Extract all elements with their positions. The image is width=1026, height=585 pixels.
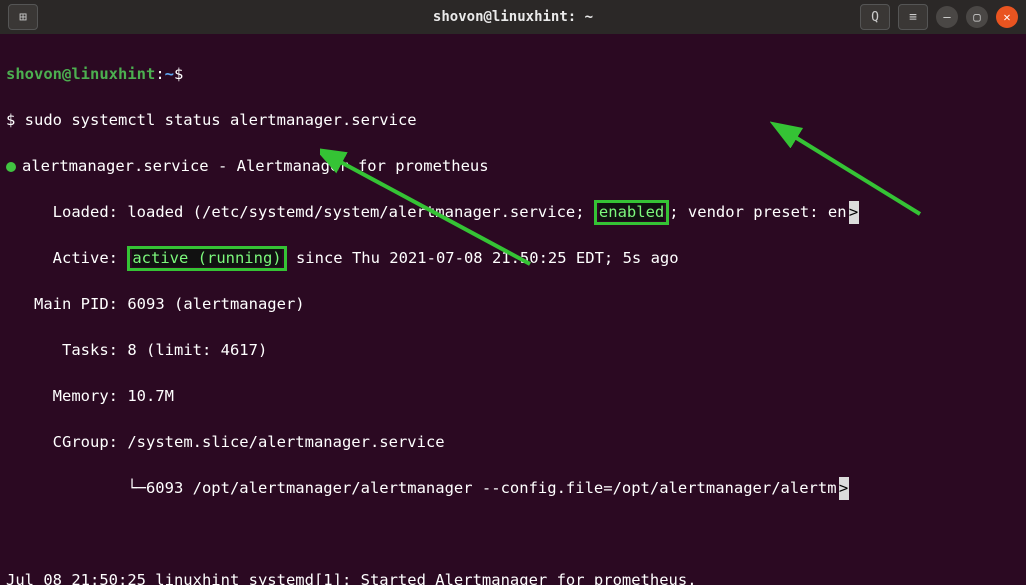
mainpid-line: Main PID: 6093 (alertmanager) (6, 293, 1020, 316)
prompt-line: shovon@linuxhint:~$ (6, 63, 1020, 86)
overflow-indicator-icon: > (849, 201, 859, 224)
minimize-button[interactable]: – (936, 6, 958, 28)
prompt-path: ~ (165, 65, 174, 83)
search-icon: Q (871, 10, 879, 25)
new-tab-icon: ⊞ (19, 10, 27, 25)
prompt-user: shovon@linuxhint (6, 65, 155, 83)
overflow-indicator-icon: > (839, 477, 849, 500)
window-titlebar: ⊞ shovon@linuxhint: ~ Q ≡ – ▢ ✕ (0, 0, 1026, 34)
command-text: sudo systemctl status alertmanager.servi… (25, 111, 417, 129)
memory-line: Memory: 10.7M (6, 385, 1020, 408)
menu-icon: ≡ (909, 10, 917, 25)
active-line: Active: active (running) since Thu 2021-… (6, 247, 1020, 270)
cgroup-child-line: └─6093 /opt/alertmanager/alertmanager --… (6, 477, 1020, 500)
blank-line (6, 523, 1020, 546)
log-line: Jul 08 21:50:25 linuxhint systemd[1]: St… (6, 569, 1020, 585)
loaded-line: Loaded: loaded (/etc/systemd/system/aler… (6, 201, 1020, 224)
terminal-output[interactable]: shovon@linuxhint:~$ $ sudo systemctl sta… (0, 34, 1026, 585)
service-header: alertmanager.service - Alertmanager for … (6, 155, 1020, 178)
menu-button[interactable]: ≡ (898, 4, 928, 30)
cgroup-line: CGroup: /system.slice/alertmanager.servi… (6, 431, 1020, 454)
new-tab-button[interactable]: ⊞ (8, 4, 38, 30)
search-button[interactable]: Q (860, 4, 890, 30)
enabled-highlight: enabled (594, 200, 669, 225)
minimize-icon: – (943, 10, 950, 24)
active-highlight: active (running) (127, 246, 286, 271)
status-dot-icon (6, 162, 16, 172)
maximize-button[interactable]: ▢ (966, 6, 988, 28)
command-line: $ sudo systemctl status alertmanager.ser… (6, 109, 1020, 132)
tasks-line: Tasks: 8 (limit: 4617) (6, 339, 1020, 362)
maximize-icon: ▢ (973, 10, 980, 24)
close-button[interactable]: ✕ (996, 6, 1018, 28)
close-icon: ✕ (1003, 10, 1010, 24)
